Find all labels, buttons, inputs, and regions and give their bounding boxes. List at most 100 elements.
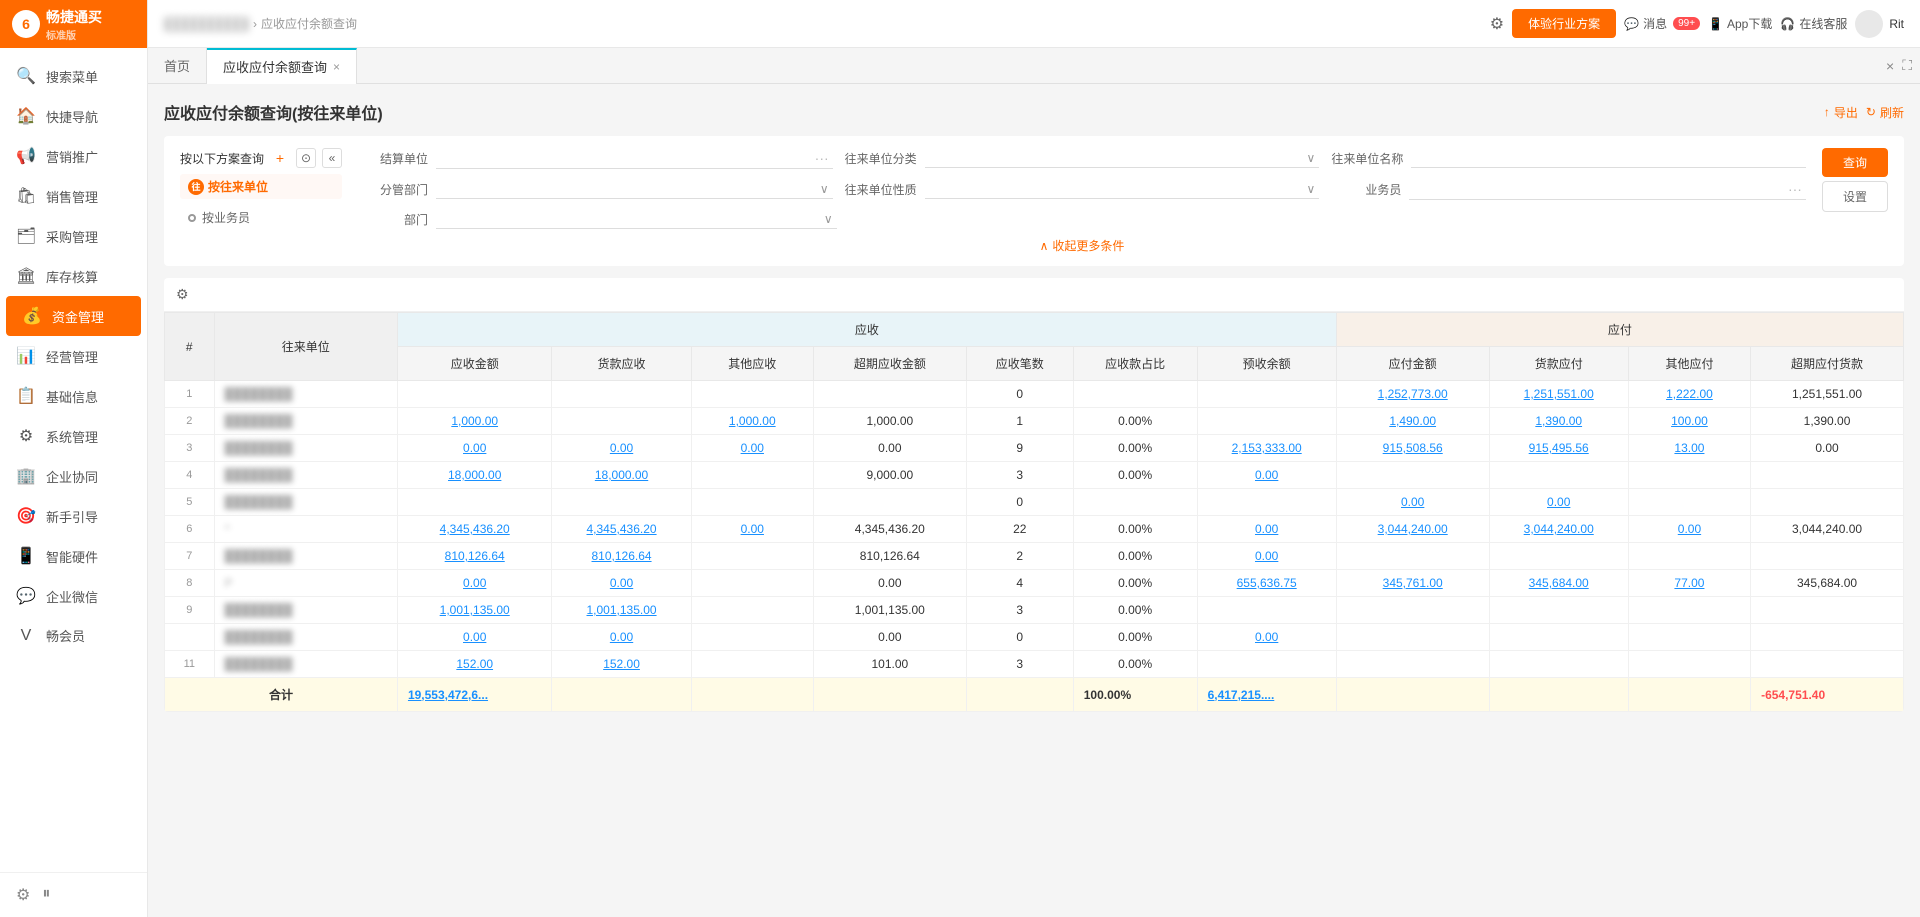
dept-manager-label: 分管部门: [358, 181, 428, 198]
department-chevron-icon[interactable]: ∨: [824, 212, 833, 226]
other-receivable-cell: [691, 381, 813, 408]
filter-fields: 结算单位 ··· 往来单位分类 ∨: [358, 148, 1806, 254]
sidebar-item-collab[interactable]: 🏢 企业协同: [0, 456, 147, 496]
receivable-count-cell: 3: [966, 651, 1073, 678]
sidebar-icon-sales: 🛍: [16, 186, 36, 206]
footer-overdue-payable-total: -654,751.40: [1751, 678, 1904, 712]
header-gear-icon[interactable]: ⚙: [1490, 14, 1504, 34]
filter-salesperson: 业务员 ···: [1331, 179, 1806, 200]
trading-nature-input[interactable]: [929, 182, 1307, 196]
refresh-button[interactable]: ↻ 刷新: [1866, 104, 1904, 121]
sidebar-item-system[interactable]: ⚙ 系统管理: [0, 416, 147, 456]
online-service-button[interactable]: 🎧 在线客服: [1780, 15, 1847, 32]
department-input[interactable]: [440, 212, 824, 226]
sidebar-item-guide[interactable]: 🎯 新手引导: [0, 496, 147, 536]
payable-amount-cell: [1336, 543, 1489, 570]
receivable-ratio-cell: 0.00%: [1073, 516, 1197, 543]
filter-dept-manager: 分管部门 ∨: [358, 180, 833, 199]
scheme-option-unit[interactable]: 往 按往来单位: [180, 174, 342, 199]
promotion-button[interactable]: 体验行业方案: [1512, 9, 1616, 38]
user-area[interactable]: Rit: [1855, 10, 1904, 38]
export-icon: ↑: [1824, 105, 1830, 119]
tab-home[interactable]: 首页: [148, 48, 207, 84]
settlement-unit-input-wrapper[interactable]: ···: [436, 148, 833, 169]
sidebar-item-operation[interactable]: 📊 经营管理: [0, 336, 147, 376]
receivable-count-cell: 1: [966, 408, 1073, 435]
receivable-ratio-cell: 0.00%: [1073, 651, 1197, 678]
loan-receivable-cell: 4,345,436.20: [552, 516, 691, 543]
overdue-receivable-cell: 0.00: [813, 624, 966, 651]
trading-category-chevron-icon[interactable]: ∨: [1307, 151, 1316, 165]
scheme-option-salesperson[interactable]: 按业务员: [180, 205, 342, 230]
trading-name-input[interactable]: [1415, 151, 1802, 165]
add-scheme-btn[interactable]: +: [270, 148, 290, 168]
overdue-payable-cell: [1751, 462, 1904, 489]
table-scroll[interactable]: # 往来单位 应收 应付 应收金额 货款应收 其他应收 超期应收金额 应收笔数 …: [164, 312, 1904, 712]
receivable-ratio-cell: 0.00%: [1073, 462, 1197, 489]
export-button[interactable]: ↑ 导出: [1824, 104, 1858, 121]
dept-manager-chevron-icon[interactable]: ∨: [820, 182, 829, 196]
salesperson-input-wrapper[interactable]: ···: [1409, 179, 1806, 200]
tab-balance-query[interactable]: 应收应付余额查询 ×: [207, 48, 357, 84]
sidebar-item-wechat[interactable]: 💬 企业微信: [0, 576, 147, 616]
edit-scheme-btn[interactable]: ⊙: [296, 148, 316, 168]
settings-bottom-icon[interactable]: ⚙: [16, 885, 30, 905]
query-button[interactable]: 查询: [1822, 148, 1888, 177]
trading-name-input-wrapper[interactable]: [1411, 149, 1806, 168]
collapse-scheme-btn[interactable]: «: [322, 148, 342, 168]
prepaid-balance-cell: [1197, 489, 1336, 516]
sidebar-item-inventory[interactable]: 🏛 库存核算: [0, 256, 147, 296]
sidebar-item-basic[interactable]: 📋 基础信息: [0, 376, 147, 416]
collapse-icon[interactable]: ⏸: [42, 885, 50, 905]
overdue-receivable-cell: 1,000.00: [813, 408, 966, 435]
trading-nature-input-wrapper[interactable]: ∨: [925, 180, 1320, 199]
settlement-unit-dots-icon[interactable]: ···: [815, 150, 829, 166]
department-input-wrapper[interactable]: ∨: [436, 210, 837, 229]
payable-amount-cell: 915,508.56: [1336, 435, 1489, 462]
receivable-ratio-cell: 0.00%: [1073, 570, 1197, 597]
sidebar-item-search[interactable]: 🔍 搜索菜单: [0, 56, 147, 96]
loan-payable-cell: 345,684.00: [1489, 570, 1628, 597]
fullscreen-icon[interactable]: ⛶: [1902, 57, 1912, 74]
overdue-receivable-cell: 810,126.64: [813, 543, 966, 570]
app-download-button[interactable]: 📱 App下载: [1708, 15, 1772, 32]
setting-button[interactable]: 设置: [1822, 181, 1888, 212]
sidebar-item-finance[interactable]: 💰 资金管理: [6, 296, 141, 336]
close-window-icon[interactable]: ×: [1886, 58, 1894, 74]
sidebar-item-sales[interactable]: 🛍 销售管理: [0, 176, 147, 216]
sidebar-item-purchase[interactable]: 🗂 采购管理: [0, 216, 147, 256]
sidebar-item-hardware[interactable]: 📱 智能硬件: [0, 536, 147, 576]
settlement-unit-input[interactable]: [440, 151, 815, 165]
trading-name-label: 往来单位名称: [1331, 150, 1403, 167]
other-receivable-cell: [691, 624, 813, 651]
loan-receivable-cell: [552, 381, 691, 408]
other-receivable-cell: [691, 597, 813, 624]
collapse-icon: ∧: [1040, 239, 1049, 253]
dept-manager-input-wrapper[interactable]: ∨: [436, 180, 833, 199]
trading-category-input[interactable]: [929, 151, 1307, 165]
sidebar-item-member[interactable]: V 畅会员: [0, 616, 147, 655]
loan-payable-cell: 915,495.56: [1489, 435, 1628, 462]
overdue-receivable-cell: [813, 381, 966, 408]
row-num: [165, 624, 215, 651]
loan-payable-cell: [1489, 624, 1628, 651]
salesperson-input[interactable]: [1413, 182, 1788, 196]
trading-category-input-wrapper[interactable]: ∨: [925, 149, 1320, 168]
table-row: 4 ████████ 18,000.00 18,000.00 9,000.00 …: [165, 462, 1904, 489]
dept-manager-input[interactable]: [440, 182, 820, 196]
collapse-filter-btn[interactable]: ∧ 收起更多条件: [358, 237, 1806, 254]
table-row: 9 ████████ 1,001,135.00 1,001,135.00 1,0…: [165, 597, 1904, 624]
tab-close-icon[interactable]: ×: [333, 60, 340, 74]
sidebar-item-quicknav[interactable]: 🏠 快捷导航: [0, 96, 147, 136]
sidebar-label-marketing: 营销推广: [46, 147, 98, 166]
payable-amount-cell: 1,252,773.00: [1336, 381, 1489, 408]
table-settings-icon[interactable]: ⚙: [176, 286, 189, 303]
receivable-ratio-cell: 0.00%: [1073, 408, 1197, 435]
main: 首页 应收应付余额查询 × × ⛶ 应收应付余额查询(按往来单位) ↑ 导出 ↻…: [148, 48, 1920, 917]
sidebar-item-marketing[interactable]: 📢 营销推广: [0, 136, 147, 176]
message-button[interactable]: 💬 消息 99+: [1624, 15, 1700, 32]
salesperson-dots-icon[interactable]: ···: [1788, 181, 1802, 197]
prepaid-balance-cell: [1197, 651, 1336, 678]
other-payable-cell: [1628, 597, 1750, 624]
trading-nature-chevron-icon[interactable]: ∨: [1307, 182, 1316, 196]
